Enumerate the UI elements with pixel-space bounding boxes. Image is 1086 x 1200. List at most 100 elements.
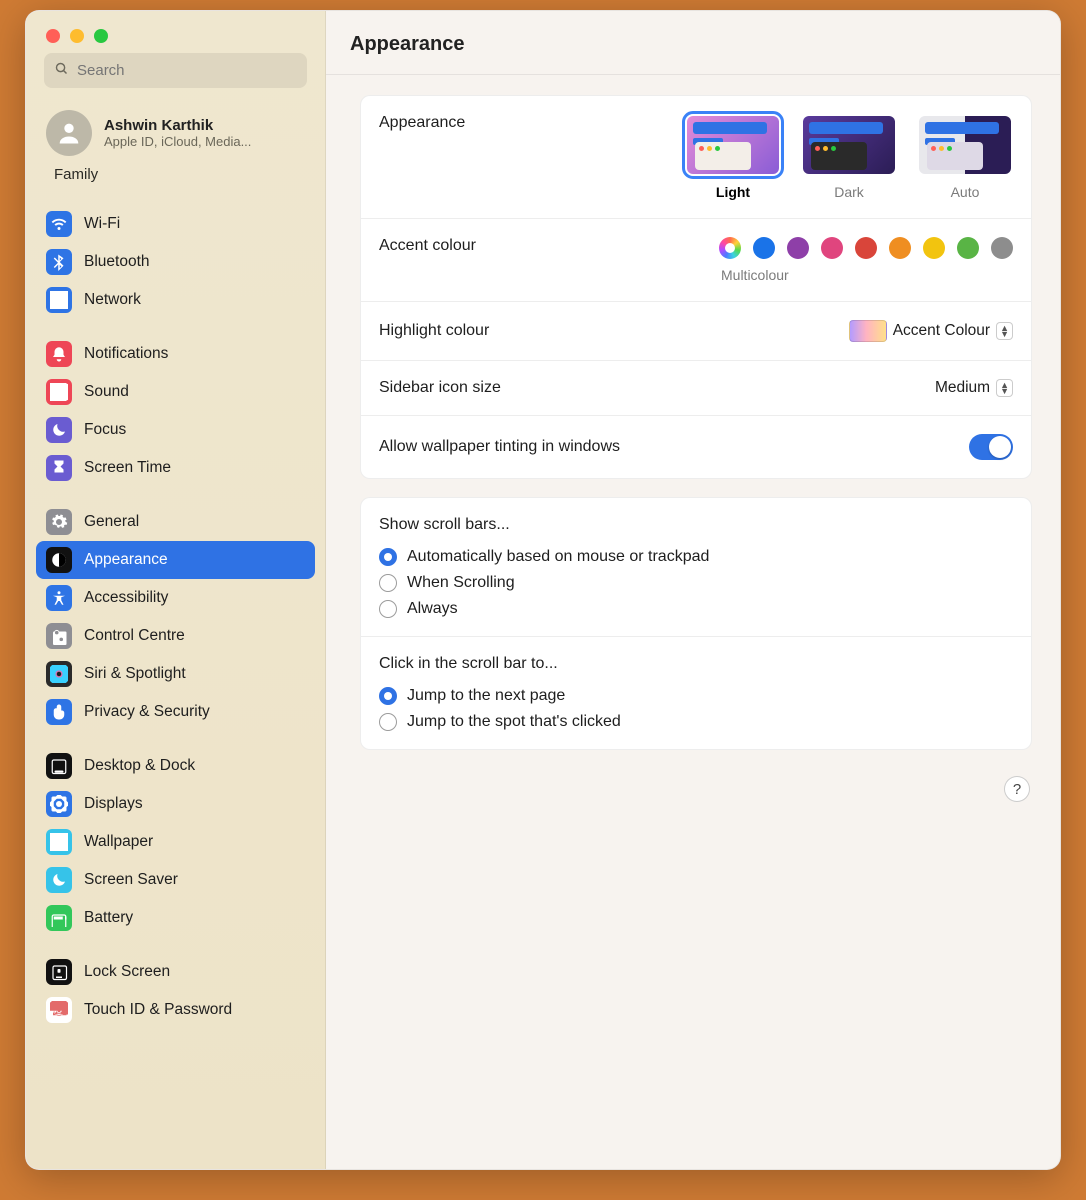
theme-option-auto[interactable]: Auto — [917, 114, 1013, 200]
sidebar-item-label: Siri & Spotlight — [84, 665, 186, 683]
scrollbars-option-2[interactable]: Always — [379, 600, 1013, 618]
search-icon — [54, 61, 69, 80]
sidebar-size-label: Sidebar icon size — [379, 379, 501, 397]
sidebar-item-label: Battery — [84, 909, 133, 927]
sidebar-item-appearance[interactable]: Appearance — [36, 541, 315, 579]
sidebar-item-label: Privacy & Security — [84, 703, 210, 721]
chevron-up-down-icon: ▲▼ — [996, 322, 1013, 340]
search-input[interactable] — [77, 62, 297, 79]
sidebar-item-network[interactable]: Network — [36, 281, 315, 319]
bluetooth-icon — [46, 249, 72, 275]
accent-selected-label: Multicolour — [719, 267, 1013, 283]
scrollbars-option-1[interactable]: When Scrolling — [379, 574, 1013, 592]
scrollbars-option-0[interactable]: Automatically based on mouse or trackpad — [379, 548, 1013, 566]
sidebar-item-label: Wallpaper — [84, 833, 153, 851]
hourglass-icon — [46, 455, 72, 481]
accent-color-6[interactable] — [923, 237, 945, 259]
highlight-value: Accent Colour — [893, 322, 990, 340]
appearance-icon — [46, 547, 72, 573]
sidebar-size-value: Medium — [935, 379, 990, 397]
network-icon — [46, 287, 72, 313]
sidebar-item-label: Appearance — [84, 551, 168, 569]
radio-icon — [379, 600, 397, 618]
battery-icon — [46, 905, 72, 931]
dock-icon — [46, 753, 72, 779]
sidebar-item-battery[interactable]: Battery — [36, 899, 315, 937]
highlight-popup[interactable]: Accent Colour ▲▼ — [893, 322, 1013, 340]
accent-color-1[interactable] — [753, 237, 775, 259]
radio-label: When Scrolling — [407, 574, 515, 592]
accent-color-4[interactable] — [855, 237, 877, 259]
moon-icon — [46, 417, 72, 443]
theme-option-light[interactable]: Light — [685, 114, 781, 200]
main-content: Appearance Appearance Light Dark Auto Acce… — [326, 11, 1060, 1169]
accent-color-0[interactable] — [719, 237, 741, 259]
sidebar-item-label: Sound — [84, 383, 129, 401]
scrollbars-title: Show scroll bars... — [379, 516, 1013, 534]
sidebar-item-wallpaper[interactable]: Wallpaper — [36, 823, 315, 861]
help-button[interactable]: ? — [1004, 776, 1030, 802]
siri-icon — [46, 661, 72, 687]
sidebar-item-siri-spotlight[interactable]: Siri & Spotlight — [36, 655, 315, 693]
sidebar-item-label: Screen Time — [84, 459, 171, 477]
sidebar-item-displays[interactable]: Displays — [36, 785, 315, 823]
family-row[interactable]: Family — [26, 160, 325, 197]
sidebar-item-accessibility[interactable]: Accessibility — [36, 579, 315, 617]
lock-icon — [46, 959, 72, 985]
wifi-icon — [46, 211, 72, 237]
settings-window: Ashwin Karthik Apple ID, iCloud, Media..… — [25, 10, 1061, 1170]
search-field[interactable] — [44, 53, 307, 88]
radio-icon — [379, 548, 397, 566]
accessibility-icon — [46, 585, 72, 611]
account-row[interactable]: Ashwin Karthik Apple ID, iCloud, Media..… — [26, 98, 325, 160]
page-title: Appearance — [326, 11, 1060, 75]
sidebar-size-popup[interactable]: Medium ▲▼ — [935, 379, 1013, 397]
radio-label: Jump to the next page — [407, 687, 565, 705]
sidebar-item-privacy-security[interactable]: Privacy & Security — [36, 693, 315, 731]
sidebar-item-general[interactable]: General — [36, 503, 315, 541]
theme-option-dark[interactable]: Dark — [801, 114, 897, 200]
sidebar-item-label: Network — [84, 291, 141, 309]
sidebar-item-notifications[interactable]: Notifications — [36, 335, 315, 373]
sidebar-item-label: Screen Saver — [84, 871, 178, 889]
sidebar-item-sound[interactable]: Sound — [36, 373, 315, 411]
sidebar-item-label: Notifications — [84, 345, 168, 363]
sidebar-item-touch-id-password[interactable]: Touch ID & Password — [36, 991, 315, 1029]
theme-label: Dark — [834, 184, 864, 200]
sidebar-item-label: Focus — [84, 421, 126, 439]
accent-color-8[interactable] — [991, 237, 1013, 259]
tinting-switch[interactable] — [969, 434, 1013, 460]
scroll-card: Show scroll bars... Automatically based … — [360, 497, 1032, 750]
accent-color-5[interactable] — [889, 237, 911, 259]
sidebar-item-bluetooth[interactable]: Bluetooth — [36, 243, 315, 281]
accent-color-3[interactable] — [821, 237, 843, 259]
scrollclick-option-1[interactable]: Jump to the spot that's clicked — [379, 713, 1013, 731]
theme-label: Light — [716, 184, 750, 200]
scrollclick-option-0[interactable]: Jump to the next page — [379, 687, 1013, 705]
accent-color-2[interactable] — [787, 237, 809, 259]
radio-label: Jump to the spot that's clicked — [407, 713, 621, 731]
sidebar-item-wi-fi[interactable]: Wi-Fi — [36, 205, 315, 243]
sidebar-item-label: Desktop & Dock — [84, 757, 195, 775]
sidebar-item-label: General — [84, 513, 139, 531]
appearance-label: Appearance — [379, 114, 465, 132]
minimize-icon[interactable] — [70, 29, 84, 43]
radio-icon — [379, 713, 397, 731]
account-sub: Apple ID, iCloud, Media... — [104, 134, 251, 149]
theme-thumb — [801, 114, 897, 176]
sidebar-item-screen-saver[interactable]: Screen Saver — [36, 861, 315, 899]
radio-label: Always — [407, 600, 458, 618]
chevron-up-down-icon: ▲▼ — [996, 379, 1013, 397]
account-name: Ashwin Karthik — [104, 117, 251, 134]
sidebar-item-screen-time[interactable]: Screen Time — [36, 449, 315, 487]
accent-color-7[interactable] — [957, 237, 979, 259]
sidebar-item-lock-screen[interactable]: Lock Screen — [36, 953, 315, 991]
sidebar-item-desktop-dock[interactable]: Desktop & Dock — [36, 747, 315, 785]
sidebar-item-label: Bluetooth — [84, 253, 150, 271]
maximize-icon[interactable] — [94, 29, 108, 43]
sidebar-item-label: Control Centre — [84, 627, 185, 645]
sidebar-item-control-centre[interactable]: Control Centre — [36, 617, 315, 655]
close-icon[interactable] — [46, 29, 60, 43]
sidebar-item-focus[interactable]: Focus — [36, 411, 315, 449]
sidebar-item-label: Displays — [84, 795, 143, 813]
